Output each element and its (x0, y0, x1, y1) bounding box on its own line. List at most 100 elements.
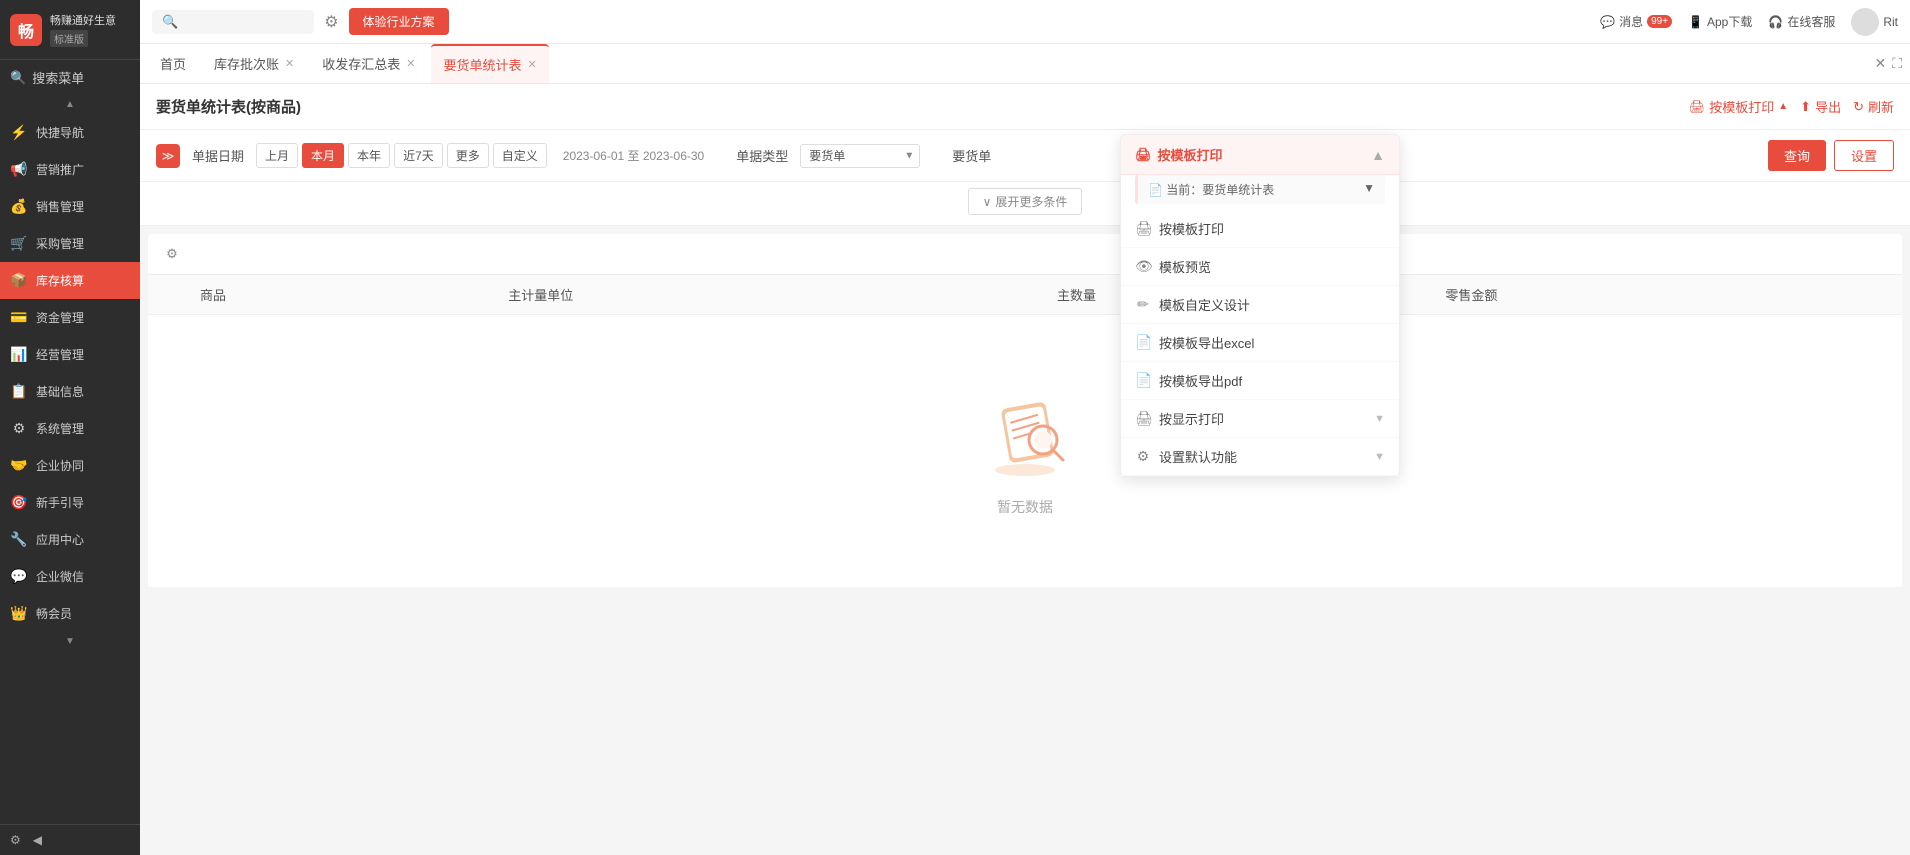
page-header: 要货单统计表(按商品) 🖨 按模板打印 ▲ ⬆ 导出 ↻ 刷新 (140, 84, 1910, 130)
filter-row2: ∨ 展开更多条件 (140, 182, 1910, 226)
main-content: 要货单统计表(按商品) 🖨 按模板打印 ▲ ⬆ 导出 ↻ 刷新 ≫ 单据日期 上… (140, 84, 1910, 855)
sidebar-item-apps[interactable]: 🔧 应用中心 (0, 521, 140, 558)
refresh-btn[interactable]: ↻ 刷新 (1853, 97, 1894, 116)
template-print-icon: 🖨 (1135, 220, 1151, 237)
message-icon: 💬 (1600, 15, 1615, 29)
expand-filter-icon[interactable]: ≫ (156, 144, 180, 168)
print-dropdown-icon: 🖨 (1135, 147, 1152, 163)
dropdown-title-text: 按模板打印 (1158, 145, 1223, 164)
date-buttons: 上月 本月 本年 近7天 更多 自定义 (256, 143, 547, 168)
export-excel-icon: 📄 (1135, 334, 1151, 351)
online-service-btn[interactable]: 🎧 在线客服 (1768, 13, 1835, 30)
avatar (1851, 8, 1879, 36)
date-btn-this-month[interactable]: 本月 (302, 143, 344, 168)
sidebar-item-finance[interactable]: 💳 资金管理 (0, 299, 140, 336)
table-header-row: 商品 主计量单位 主数量 零售金额 (148, 275, 1902, 315)
collapse-btn[interactable]: ◀ (33, 833, 42, 847)
print-template-btn[interactable]: 🖨 按模板打印 ▲ (1689, 97, 1788, 116)
topbar-search-box[interactable]: 🔍 (152, 10, 314, 34)
online-service-label: 在线客服 (1787, 13, 1835, 30)
sidebar-item-marketing[interactable]: 📢 营销推广 (0, 151, 140, 188)
sidebar-item-system[interactable]: ⚙ 系统管理 (0, 410, 140, 447)
date-btn-this-year[interactable]: 本年 (348, 143, 390, 168)
tab-home[interactable]: 首页 (148, 44, 198, 83)
template-preview-label: 模板预览 (1159, 257, 1211, 276)
dropdown-item-template-print[interactable]: 🖨 按模板打印 (1121, 210, 1399, 248)
sidebar-item-member[interactable]: 👑 畅会员 (0, 595, 140, 632)
sidebar-item-label: 应用中心 (36, 531, 84, 548)
settings-button[interactable]: 设置 (1834, 140, 1894, 171)
dropdown-item-left: 🖨 按显示打印 (1135, 409, 1224, 428)
dropdown-item-template-preview[interactable]: 👁 模板预览 (1121, 248, 1399, 286)
tab-order-stats[interactable]: 要货单统计表 ✕ (431, 44, 548, 83)
type-filter-label: 单据类型 (736, 146, 788, 165)
sidebar-item-label: 销售管理 (36, 198, 84, 215)
sidebar-item-operation[interactable]: 📊 经营管理 (0, 336, 140, 373)
type-select[interactable]: 要货单 (800, 144, 920, 168)
sidebar-search[interactable]: 🔍 搜索菜单 (0, 60, 140, 95)
dropdown-item-export-excel[interactable]: 📄 按模板导出excel (1121, 324, 1399, 362)
topbar-gear-icon[interactable]: ⚙ (324, 12, 338, 32)
sidebar-item-wechat[interactable]: 💬 企业微信 (0, 558, 140, 595)
app-download-btn[interactable]: 📱 App下载 (1688, 13, 1752, 30)
sidebar-item-purchase[interactable]: 🛒 采购管理 (0, 225, 140, 262)
marketing-icon: 📢 (10, 161, 28, 178)
dropdown-item-display-print[interactable]: 🖨 按显示打印 ▼ (1121, 400, 1399, 438)
date-btn-more[interactable]: 更多 (447, 143, 489, 168)
col-checkbox (148, 275, 188, 315)
display-print-icon: 🖨 (1135, 410, 1151, 427)
query-button[interactable]: 查询 (1768, 140, 1826, 171)
scroll-up-btn[interactable]: ▲ (0, 95, 140, 114)
current-template-icon: 📄 (1148, 183, 1163, 197)
table-settings-icon[interactable]: ⚙ (160, 242, 184, 266)
tab-close-icon[interactable]: ✕ (285, 57, 294, 70)
sidebar-bottom: ⚙ ◀ (0, 824, 140, 855)
inventory-icon: 📦 (10, 272, 28, 289)
sidebar-item-guide[interactable]: 🎯 新手引导 (0, 484, 140, 521)
print-template-label: 按模板打印 (1709, 97, 1774, 116)
data-table: 商品 主计量单位 主数量 零售金额 (148, 275, 1902, 588)
apps-icon: 🔧 (10, 531, 28, 548)
basic-icon: 📋 (10, 383, 28, 400)
sidebar-item-basic[interactable]: 📋 基础信息 (0, 373, 140, 410)
sidebar-item-sales[interactable]: 💰 销售管理 (0, 188, 140, 225)
member-icon: 👑 (10, 605, 28, 622)
search-label: 搜索菜单 (32, 68, 84, 87)
sidebar-item-label: 企业微信 (36, 568, 84, 585)
tab-receivable-label: 收发存汇总表 (322, 54, 400, 73)
template-preview-icon: 👁 (1135, 258, 1151, 275)
sidebar-item-inventory[interactable]: 📦 库存核算 (0, 262, 140, 299)
dropdown-item-export-pdf[interactable]: 📄 按模板导出pdf (1121, 362, 1399, 400)
logo-tag: 标准版 (50, 30, 88, 47)
purchase-icon: 🛒 (10, 235, 28, 252)
date-btn-custom[interactable]: 自定义 (493, 143, 547, 168)
dropdown-item-set-default[interactable]: ⚙ 设置默认功能 ▼ (1121, 438, 1399, 476)
date-range-display: 2023-06-01 至 2023-06-30 (563, 147, 704, 164)
sidebar-item-collab[interactable]: 🤝 企业协同 (0, 447, 140, 484)
sidebar-item-quick-nav[interactable]: ⚡ 快捷导航 (0, 114, 140, 151)
tab-close-window[interactable]: ✕ (1874, 55, 1886, 72)
export-btn[interactable]: ⬆ 导出 (1800, 97, 1841, 116)
dropdown-close-btn[interactable]: ▲ (1371, 147, 1385, 163)
sidebar-item-label: 企业协同 (36, 457, 84, 474)
tab-maximize[interactable]: ⛶ (1892, 55, 1902, 72)
tab-inventory-batch-label: 库存批次账 (214, 54, 279, 73)
trial-button[interactable]: 体验行业方案 (349, 8, 449, 35)
filter-area: ≫ 单据日期 上月 本月 本年 近7天 更多 自定义 2023-06-01 至 … (140, 130, 1910, 182)
date-btn-last-month[interactable]: 上月 (256, 143, 298, 168)
tab-receivable[interactable]: 收发存汇总表 ✕ (310, 44, 427, 83)
settings-btn[interactable]: ⚙ (10, 833, 21, 847)
tab-inventory-batch[interactable]: 库存批次账 ✕ (202, 44, 306, 83)
dropdown-item-left: 👁 模板预览 (1135, 257, 1211, 276)
date-btn-7days[interactable]: 近7天 (394, 143, 443, 168)
topbar-search-icon: 🔍 (162, 14, 178, 30)
tab-close-icon[interactable]: ✕ (528, 58, 537, 71)
dropdown-item-template-design[interactable]: ✏ 模板自定义设计 (1121, 286, 1399, 324)
topbar-search-input[interactable] (184, 15, 304, 29)
expand-more-btn[interactable]: ∨ 展开更多条件 (968, 188, 1083, 215)
scroll-down-btn[interactable]: ▼ (0, 632, 140, 651)
user-menu[interactable]: Rit (1851, 8, 1898, 36)
app-icon: 📱 (1688, 15, 1703, 29)
message-btn[interactable]: 💬 消息 99+ (1600, 13, 1672, 30)
tab-close-icon[interactable]: ✕ (406, 57, 415, 70)
